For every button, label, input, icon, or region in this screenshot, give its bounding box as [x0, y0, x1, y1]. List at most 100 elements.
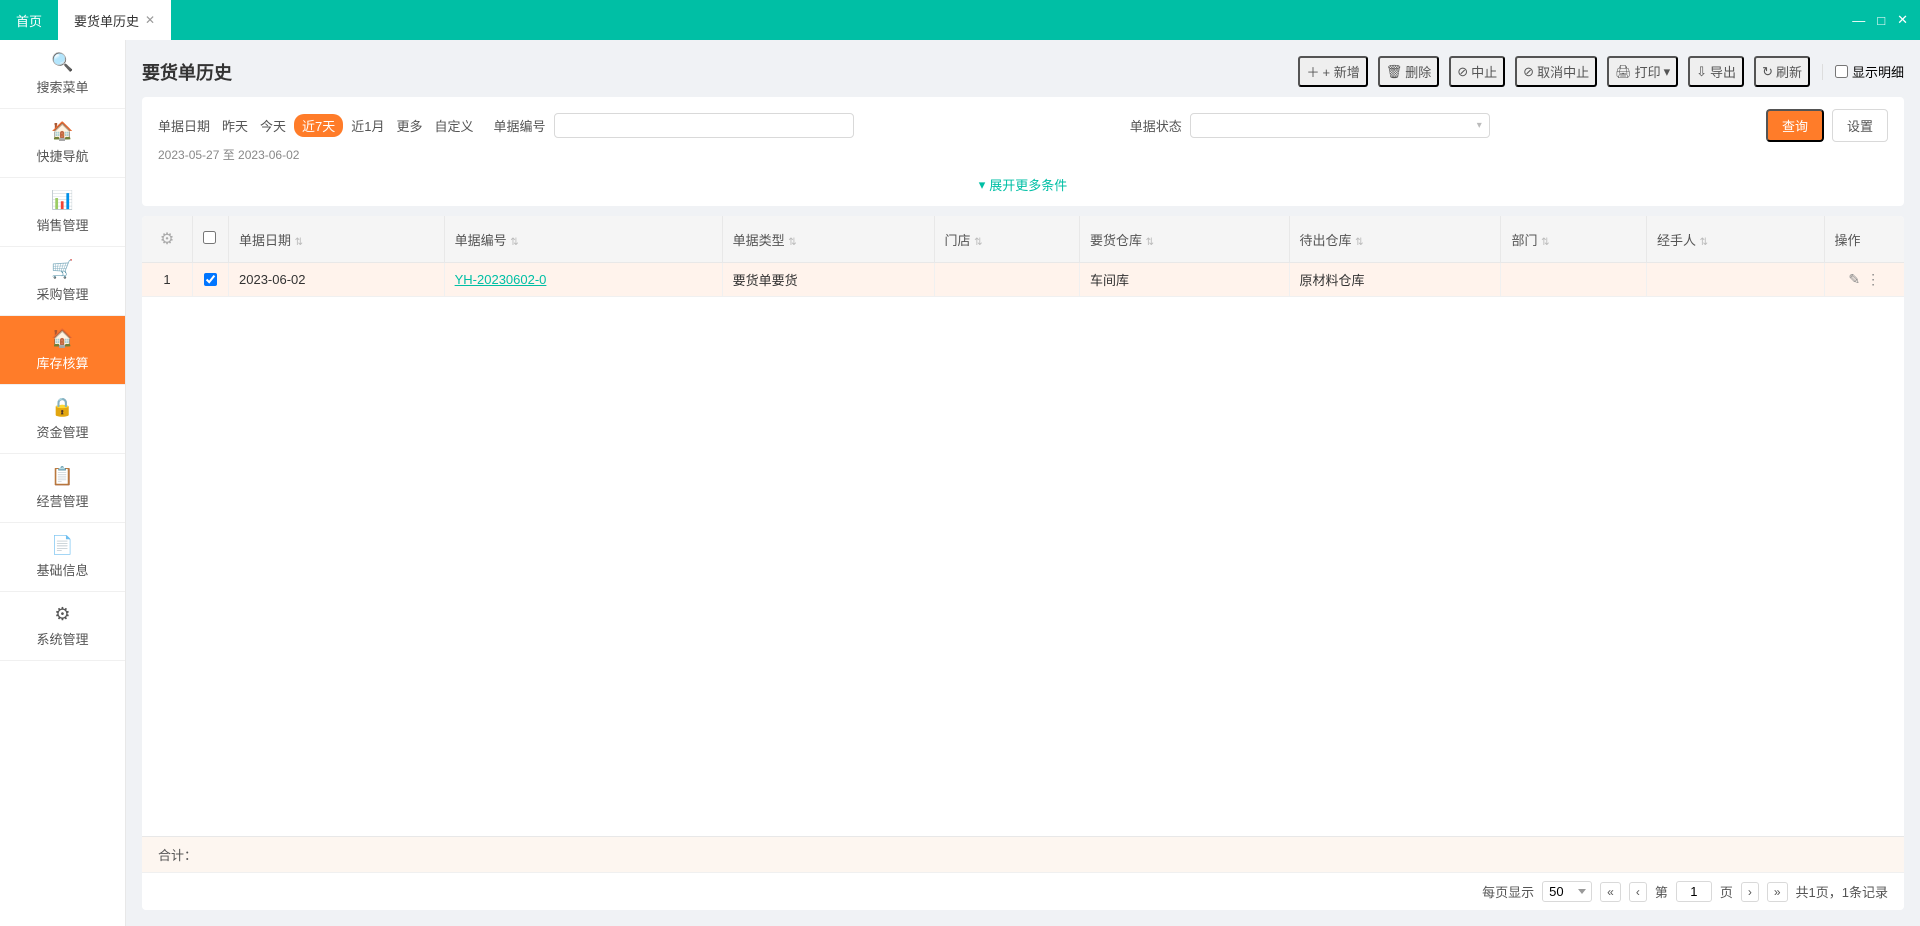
cell-handler [1646, 263, 1824, 297]
expand-row: ▾ 展开更多条件 [158, 169, 1888, 194]
tab-close-icon[interactable]: ✕ [145, 13, 155, 27]
doc-number-input[interactable] [554, 113, 854, 138]
sidebar-item-inventory-label: 库存核算 [36, 353, 88, 372]
print-button[interactable]: 🖨 打印 ▾ [1607, 56, 1678, 87]
table-body: 1 2023-06-02 YH-20230602-0 要 [142, 263, 1904, 297]
first-page-button[interactable]: « [1600, 882, 1621, 902]
cancel-suspend-icon: ⊘ [1523, 64, 1534, 80]
refresh-button[interactable]: ↻ 刷新 [1754, 56, 1810, 87]
status-dropdown-icon: ▾ [1477, 120, 1482, 131]
content-area: 要货单历史 ＋ + 新增 🗑 删除 ⊘ 中止 ⊘ 取消中止 [126, 40, 1920, 926]
date-shortcut-7days[interactable]: 近7天 [294, 114, 343, 137]
sidebar-item-basic-label: 基础信息 [36, 560, 88, 579]
operations-mgmt-icon: 📋 [51, 466, 73, 487]
sort-pending-warehouse-icon[interactable]: ⇅ [1355, 237, 1363, 248]
filter-area: 单据日期 昨天 今天 近7天 近1月 更多 自定义 单据编号 [142, 97, 1904, 206]
date-shortcut-yesterday[interactable]: 昨天 [218, 114, 252, 137]
total-info: 共1页，1条记录 [1796, 882, 1888, 901]
date-shortcut-today[interactable]: 今天 [256, 114, 290, 137]
next-page-button[interactable]: › [1741, 882, 1759, 902]
doc-number-link[interactable]: YH-20230602-0 [455, 272, 547, 287]
table-footer-summary: 合计： [142, 836, 1904, 872]
table-settings-icon[interactable]: ⚙ [152, 224, 182, 254]
basic-info-icon: 📄 [51, 535, 73, 556]
data-table: ⚙ 单据日期 ⇅ 单据编号 ⇅ [142, 216, 1904, 297]
row-more-icon[interactable]: ⋮ [1866, 271, 1880, 288]
filter-status-group: 单据状态 ▾ [1130, 113, 1750, 138]
cell-actions: ✎ ⋮ [1824, 263, 1904, 297]
sort-dept-icon[interactable]: ⇅ [1541, 237, 1549, 248]
table-header: ⚙ 单据日期 ⇅ 单据编号 ⇅ [142, 216, 1904, 263]
date-filter-label: 单据日期 [158, 116, 210, 135]
date-shortcut-custom[interactable]: 自定义 [431, 114, 478, 137]
cell-checkbox [193, 263, 229, 297]
sales-mgmt-icon: 📊 [51, 190, 73, 211]
cell-doc-number: YH-20230602-0 [444, 263, 722, 297]
sort-doc-date-icon[interactable]: ⇅ [295, 237, 303, 248]
top-bar: 首页 要货单历史 ✕ — □ ✕ [0, 0, 1920, 40]
sidebar-item-system-mgmt[interactable]: ⚙ 系统管理 [0, 592, 125, 661]
export-button[interactable]: ⇩ 导出 [1688, 56, 1744, 87]
sort-store-icon[interactable]: ⇅ [974, 237, 982, 248]
row-checkbox[interactable] [204, 273, 217, 286]
window-maximize-icon[interactable]: □ [1877, 13, 1885, 28]
page-unit: 页 [1720, 882, 1733, 901]
row-edit-icon[interactable]: ✎ [1848, 271, 1860, 288]
sidebar-item-inventory[interactable]: 🏠 库存核算 [0, 316, 125, 385]
date-shortcut-1month[interactable]: 近1月 [347, 114, 388, 137]
sidebar-item-finance-mgmt[interactable]: 🔒 资金管理 [0, 385, 125, 454]
current-page-input[interactable] [1676, 881, 1712, 902]
cell-store [934, 263, 1079, 297]
th-doc-type: 单据类型 ⇅ [722, 216, 934, 263]
expand-more-btn[interactable]: ▾ 展开更多条件 [979, 175, 1068, 194]
sidebar-item-purchase-mgmt[interactable]: 🛒 采购管理 [0, 247, 125, 316]
th-pending-warehouse: 待出仓库 ⇅ [1289, 216, 1501, 263]
sort-doc-number-icon[interactable]: ⇅ [510, 237, 518, 248]
show-detail-checkbox[interactable] [1835, 65, 1848, 78]
sort-doc-type-icon[interactable]: ⇅ [788, 237, 796, 248]
sidebar-item-basic-info[interactable]: 📄 基础信息 [0, 523, 125, 592]
system-mgmt-icon: ⚙ [54, 604, 70, 625]
sort-req-warehouse-icon[interactable]: ⇅ [1146, 237, 1154, 248]
cell-req-warehouse: 车间库 [1079, 263, 1289, 297]
delete-button[interactable]: 🗑 删除 [1378, 56, 1440, 87]
sidebar-item-search-menu[interactable]: 🔍 搜索菜单 [0, 40, 125, 109]
pagination-bar: 每页显示 20 50 100 200 « ‹ 第 页 › » 共1页，1条记录 [142, 872, 1904, 910]
delete-icon: 🗑 [1386, 64, 1403, 80]
doc-status-input[interactable] [1190, 113, 1490, 138]
sidebar-item-operations-mgmt[interactable]: 📋 经营管理 [0, 454, 125, 523]
th-checkbox [193, 216, 229, 263]
window-close-icon[interactable]: ✕ [1897, 12, 1908, 28]
window-minimize-icon[interactable]: — [1852, 13, 1865, 28]
date-shortcut-more[interactable]: 更多 [393, 114, 427, 137]
new-button[interactable]: ＋ + 新增 [1298, 56, 1367, 87]
tab-home[interactable]: 首页 [0, 0, 58, 40]
th-doc-date: 单据日期 ⇅ [229, 216, 445, 263]
cancel-suspend-button[interactable]: ⊘ 取消中止 [1515, 56, 1597, 87]
inventory-icon: 🏠 [51, 328, 73, 349]
page-size-select[interactable]: 20 50 100 200 [1542, 881, 1592, 902]
sidebar: 🔍 搜索菜单 🏠 快捷导航 📊 销售管理 🛒 采购管理 🏠 库存核算 🔒 资金管… [0, 40, 126, 926]
select-all-checkbox[interactable] [203, 231, 216, 244]
prev-page-button[interactable]: ‹ [1629, 882, 1647, 902]
doc-status-filter-label: 单据状态 [1130, 116, 1182, 135]
doc-number-filter-label: 单据编号 [494, 116, 546, 135]
divider [1822, 64, 1823, 80]
refresh-icon: ↻ [1762, 64, 1773, 80]
plus-icon: ＋ [1306, 62, 1319, 81]
sort-handler-icon[interactable]: ⇅ [1700, 237, 1708, 248]
cell-doc-date: 2023-06-02 [229, 263, 445, 297]
tab-home-label: 首页 [16, 11, 42, 30]
settings-button[interactable]: 设置 [1832, 109, 1888, 142]
query-button[interactable]: 查询 [1766, 109, 1824, 142]
tab-requisition-history[interactable]: 要货单历史 ✕ [58, 0, 171, 40]
last-page-button[interactable]: » [1767, 882, 1788, 902]
filter-docnum-group: 单据编号 [494, 113, 1114, 138]
suspend-button[interactable]: ⊘ 中止 [1449, 56, 1505, 87]
print-dropdown-icon: ▾ [1664, 64, 1671, 80]
sidebar-item-sales-mgmt[interactable]: 📊 销售管理 [0, 178, 125, 247]
sidebar-item-quick-nav[interactable]: 🏠 快捷导航 [0, 109, 125, 178]
page-header: 要货单历史 ＋ + 新增 🗑 删除 ⊘ 中止 ⊘ 取消中止 [142, 56, 1904, 87]
show-detail-label[interactable]: 显示明细 [1835, 62, 1904, 81]
date-range-display: 2023-05-27 至 2023-06-02 [158, 146, 1888, 163]
